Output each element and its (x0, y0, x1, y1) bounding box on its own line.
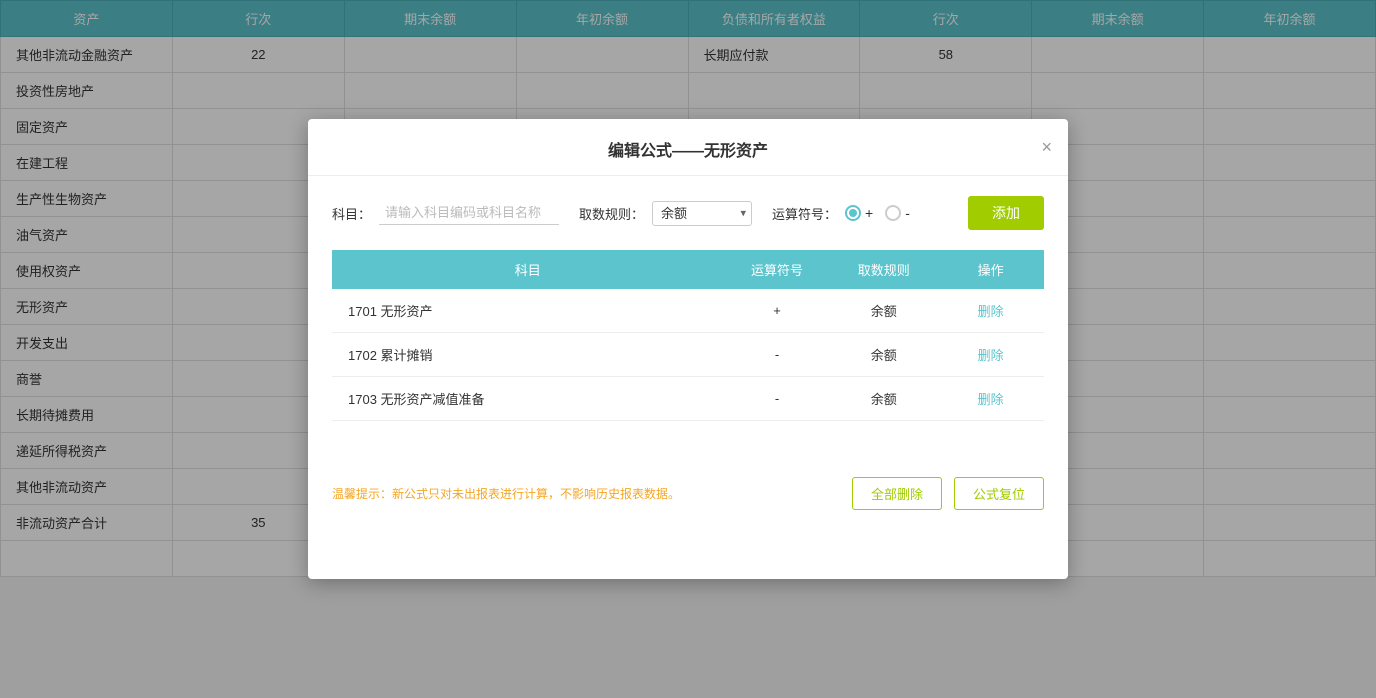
row-rule: 余额 (830, 289, 937, 333)
edit-formula-modal: 编辑公式——无形资产 × 科目： 取数规则： 余额 借方发生额 贷方发生额 (308, 119, 1068, 579)
delete-all-button[interactable]: 全部删除 (852, 477, 942, 510)
row-rule: 余额 (830, 377, 937, 421)
modal-close-button[interactable]: × (1041, 138, 1052, 156)
rule-group: 取数规则： 余额 借方发生额 贷方发生额 (579, 201, 752, 226)
footer-tip: 温馨提示：新公式只对未出报表进行计算，不影响历史报表数据。 (332, 485, 680, 502)
table-row: 1701 无形资产+余额 删除 (332, 289, 1044, 333)
modal-title: 编辑公式——无形资产 (608, 143, 768, 160)
rule-select[interactable]: 余额 借方发生额 贷方发生额 (652, 201, 752, 226)
subject-label: 科目： (332, 204, 371, 223)
table-row: 1703 无形资产减值准备-余额 删除 (332, 377, 1044, 421)
modal-footer: 温馨提示：新公式只对未出报表进行计算，不影响历史报表数据。 全部删除 公式复位 (308, 461, 1068, 530)
row-subject: 1701 无形资产 (332, 289, 724, 333)
table-header-subject: 科目 (332, 250, 724, 289)
delete-row-button[interactable]: 删除 (978, 304, 1004, 319)
add-button[interactable]: 添加 (968, 196, 1044, 230)
modal-header: 编辑公式——无形资产 × (308, 119, 1068, 176)
operator-minus-radio[interactable]: - (885, 205, 910, 221)
operator-label: 运算符号： (772, 204, 837, 223)
operator-plus-radio[interactable]: + (845, 205, 873, 221)
footer-buttons: 全部删除 公式复位 (852, 477, 1044, 510)
table-header-rule: 取数规则 (830, 250, 937, 289)
delete-row-button[interactable]: 删除 (978, 348, 1004, 363)
row-subject: 1702 累计摊销 (332, 333, 724, 377)
row-subject: 1703 无形资产减值准备 (332, 377, 724, 421)
operator-group: 运算符号： + - (772, 204, 910, 223)
table-header-operator: 运算符号 (724, 250, 831, 289)
rule-label: 取数规则： (579, 204, 644, 223)
operator-plus-label: + (865, 205, 873, 221)
row-operator: - (724, 377, 831, 421)
formula-form-row: 科目： 取数规则： 余额 借方发生额 贷方发生额 运算符号： (332, 196, 1044, 230)
modal-body: 科目： 取数规则： 余额 借方发生额 贷方发生额 运算符号： (308, 176, 1068, 461)
operator-radio-group: + - (845, 205, 910, 221)
operator-minus-circle (885, 205, 901, 221)
row-operator: - (724, 333, 831, 377)
modal-overlay: 编辑公式——无形资产 × 科目： 取数规则： 余额 借方发生额 贷方发生额 (0, 0, 1376, 698)
operator-plus-circle (845, 205, 861, 221)
table-row: 1702 累计摊销-余额 删除 (332, 333, 1044, 377)
table-header-action: 操作 (937, 250, 1044, 289)
rule-select-wrap: 余额 借方发生额 贷方发生额 (652, 201, 752, 226)
row-rule: 余额 (830, 333, 937, 377)
reset-formula-button[interactable]: 公式复位 (954, 477, 1044, 510)
delete-row-button[interactable]: 删除 (978, 392, 1004, 407)
row-operator: + (724, 289, 831, 333)
subject-group: 科目： (332, 201, 559, 225)
formula-table: 科目 运算符号 取数规则 操作 1701 无形资产+余额删除1702 累计摊销-… (332, 250, 1044, 421)
subject-input[interactable] (379, 201, 559, 225)
row-action: 删除 (937, 333, 1044, 377)
row-action: 删除 (937, 377, 1044, 421)
row-action: 删除 (937, 289, 1044, 333)
operator-minus-label: - (905, 205, 910, 221)
